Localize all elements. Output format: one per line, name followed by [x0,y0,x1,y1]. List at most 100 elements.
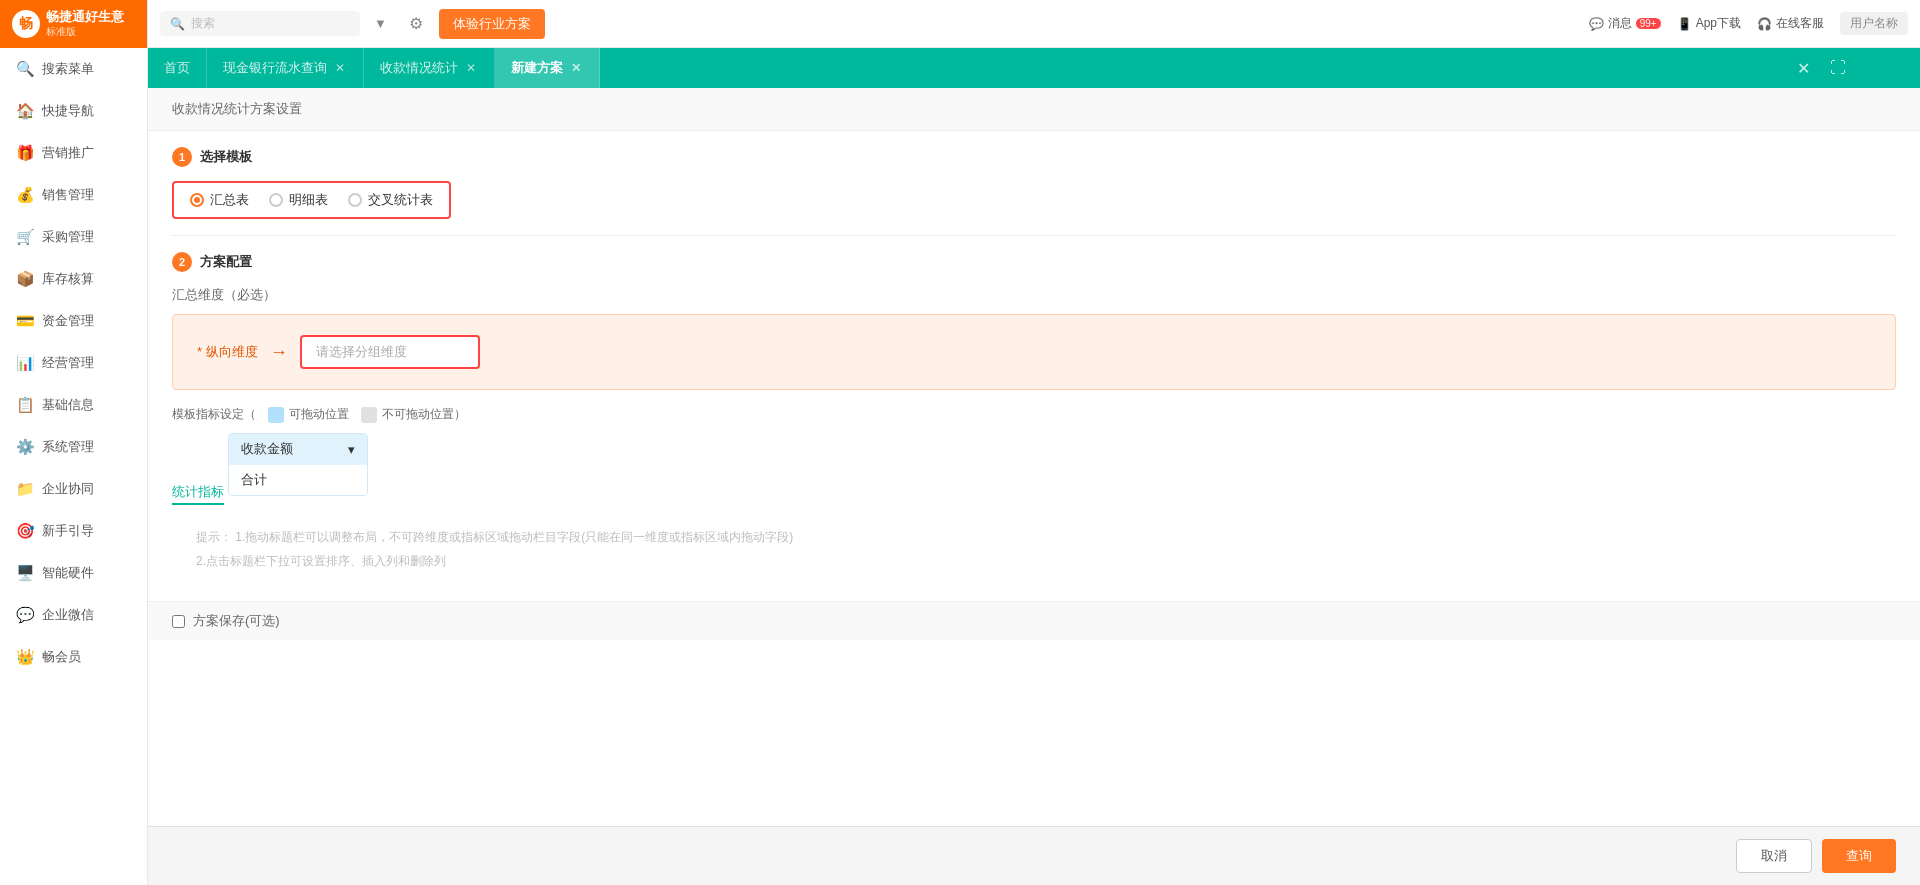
save-plan-checkbox[interactable] [172,615,185,628]
quick-nav-icon: 🏠 [16,102,34,120]
sidebar-item-inventory[interactable]: 📦 库存核算 [0,258,147,300]
notification-label: 消息 [1608,15,1632,32]
sidebar-item-label: 企业微信 [42,606,94,624]
sidebar-item-label: 销售管理 [42,186,94,204]
tip-text-1: 提示： 1.拖动标题栏可以调整布局，不可跨维度或指标区域拖动栏目字段(只能在同一… [196,525,793,549]
header-search-box[interactable]: 🔍 搜索 [160,11,360,36]
stats-table-header[interactable]: 收款金额 ▾ [229,434,367,464]
save-plan-label: 方案保存(可选) [193,612,280,630]
logo-title: 畅捷通好生意 [46,9,124,25]
arrow-right-icon: → [270,342,288,363]
sidebar-item-finance[interactable]: 💳 资金管理 [0,300,147,342]
sidebar-item-sales[interactable]: 💰 销售管理 [0,174,147,216]
section-template: 1 选择模板 汇总表 明细表 交叉统计表 [148,131,1920,235]
member-icon: 👑 [16,648,34,666]
tab-home-label: 首页 [164,59,190,77]
notification-btn[interactable]: 💬 消息 99+ [1589,15,1661,32]
download-icon: 📱 [1677,17,1692,31]
smart-hw-icon: 🖥️ [16,564,34,582]
tab-bank-flow-close[interactable]: ✕ [333,61,347,75]
radio-cross[interactable]: 交叉统计表 [348,191,433,209]
enterprise-collab-icon: 📁 [16,480,34,498]
page-content: 收款情况统计方案设置 1 选择模板 汇总表 明细表 [148,88,1920,826]
app-download-label: App下载 [1696,15,1741,32]
sidebar-item-label: 库存核算 [42,270,94,288]
indicators-section: 模板指标设定（ 可拖动位置 不可拖动位置） 统计指标 收款金 [172,406,1896,513]
section2-num: 2 [172,252,192,272]
tab-home[interactable]: 首页 [148,48,207,88]
tip-line-2: 2.点击标题栏下拉可设置排序、插入列和删除列 [196,549,1872,573]
basic-info-icon: 📋 [16,396,34,414]
sidebar-item-enterprise-wechat[interactable]: 💬 企业微信 [0,594,147,636]
sidebar-item-marketing[interactable]: 🎁 营销推广 [0,132,147,174]
stats-table-row: 合计 [229,464,367,495]
tabs-bar: 首页 现金银行流水查询 ✕ 收款情况统计 ✕ 新建方案 ✕ ✕ ⛶ [148,48,1920,88]
sidebar-item-operations[interactable]: 📊 经营管理 [0,342,147,384]
indicators-hint-row: 模板指标设定（ 可拖动位置 不可拖动位置） [172,406,1896,423]
sales-icon: 💰 [16,186,34,204]
sidebar-logo: 畅 畅捷通好生意 标准版 [0,0,147,48]
sidebar-item-member[interactable]: 👑 畅会员 [0,636,147,678]
tab-receipt-stats[interactable]: 收款情况统计 ✕ [364,48,495,88]
tab-new-plan-close[interactable]: ✕ [569,61,583,75]
message-icon: 💬 [1589,17,1604,31]
dimension-row: * 纵向维度 → 请选择分组维度 [197,335,1871,369]
tab-bank-flow[interactable]: 现金银行流水查询 ✕ [207,48,364,88]
sidebar-item-search-menu[interactable]: 🔍 搜索菜单 [0,48,147,90]
section2-title: 2 方案配置 [172,252,1896,272]
gear-icon[interactable]: ⚙ [401,10,431,37]
radio-detail[interactable]: 明细表 [269,191,328,209]
trial-button[interactable]: 体验行业方案 [439,9,545,39]
non-draggable-color-box [361,407,377,423]
sidebar-item-label: 搜索菜单 [42,60,94,78]
header-right: 💬 消息 99+ 📱 App下载 🎧 在线客服 用户名称 [1589,12,1908,35]
tab-receipt-stats-close[interactable]: ✕ [464,61,478,75]
sidebar-item-quick-nav[interactable]: 🏠 快捷导航 [0,90,147,132]
header: 🔍 搜索 ▼ ⚙ 体验行业方案 💬 消息 99+ 📱 App下载 🎧 在线客服 … [148,0,1920,48]
newcomer-icon: 🎯 [16,522,34,540]
sidebar-item-smart-hw[interactable]: 🖥️ 智能硬件 [0,552,147,594]
sidebar-item-newcomer[interactable]: 🎯 新手引导 [0,510,147,552]
radio-summary[interactable]: 汇总表 [190,191,249,209]
page-breadcrumb: 收款情况统计方案设置 [148,88,1920,131]
online-support-btn[interactable]: 🎧 在线客服 [1757,15,1824,32]
query-button[interactable]: 查询 [1822,839,1896,873]
section1-num: 1 [172,147,192,167]
tip-area: 提示： 1.拖动标题栏可以调整布局，不可跨维度或指标区域拖动栏目字段(只能在同一… [172,513,1896,585]
sidebar-nav: 🔍 搜索菜单 🏠 快捷导航 🎁 营销推广 💰 销售管理 🛒 采购管理 📦 库存核… [0,48,147,885]
radio-cross-circle [348,193,362,207]
sidebar-item-label: 基础信息 [42,396,94,414]
draggable-hint-label: 可拖动位置 [289,406,349,423]
sidebar-item-system[interactable]: ⚙️ 系统管理 [0,426,147,468]
sidebar-item-label: 畅会员 [42,648,81,666]
sidebar-item-label: 资金管理 [42,312,94,330]
user-info[interactable]: 用户名称 [1840,12,1908,35]
sidebar-item-basic-info[interactable]: 📋 基础信息 [0,384,147,426]
indicators-label-text: 模板指标设定（ [172,406,256,423]
draggable-hint: 可拖动位置 [268,406,349,423]
radio-cross-label: 交叉统计表 [368,191,433,209]
sidebar-item-enterprise-collab[interactable]: 📁 企业协同 [0,468,147,510]
header-dropdown-btn[interactable]: ▼ [368,12,393,35]
sidebar-item-label: 采购管理 [42,228,94,246]
close-window-btn[interactable]: ✕ [1791,57,1816,80]
main-area: 🔍 搜索 ▼ ⚙ 体验行业方案 💬 消息 99+ 📱 App下载 🎧 在线客服 … [148,0,1920,885]
maximize-window-btn[interactable]: ⛶ [1824,57,1852,79]
section2-label: 方案配置 [200,253,252,271]
cancel-button[interactable]: 取消 [1736,839,1812,873]
section1-title: 1 选择模板 [172,147,1896,167]
app-download-btn[interactable]: 📱 App下载 [1677,15,1741,32]
dimension-dropdown[interactable]: 请选择分组维度 [300,335,480,369]
tip-text-2: 2.点击标题栏下拉可设置排序、插入列和删除列 [196,549,446,573]
non-draggable-hint-label: 不可拖动位置） [382,406,466,423]
sidebar-item-purchase[interactable]: 🛒 采购管理 [0,216,147,258]
sidebar-item-label: 新手引导 [42,522,94,540]
sidebar: 畅 畅捷通好生意 标准版 🔍 搜索菜单 🏠 快捷导航 🎁 营销推广 💰 销售管理… [0,0,148,885]
tab-new-plan[interactable]: 新建方案 ✕ [495,48,600,88]
dimension-area: * 纵向维度 → 请选择分组维度 [172,314,1896,390]
breadcrumb-text: 收款情况统计方案设置 [172,101,302,116]
radio-summary-circle [190,193,204,207]
tip-line-1: 提示： 1.拖动标题栏可以调整布局，不可跨维度或指标区域拖动栏目字段(只能在同一… [196,525,1872,549]
notification-badge: 99+ [1636,18,1661,29]
search-placeholder-text: 搜索 [191,15,215,32]
